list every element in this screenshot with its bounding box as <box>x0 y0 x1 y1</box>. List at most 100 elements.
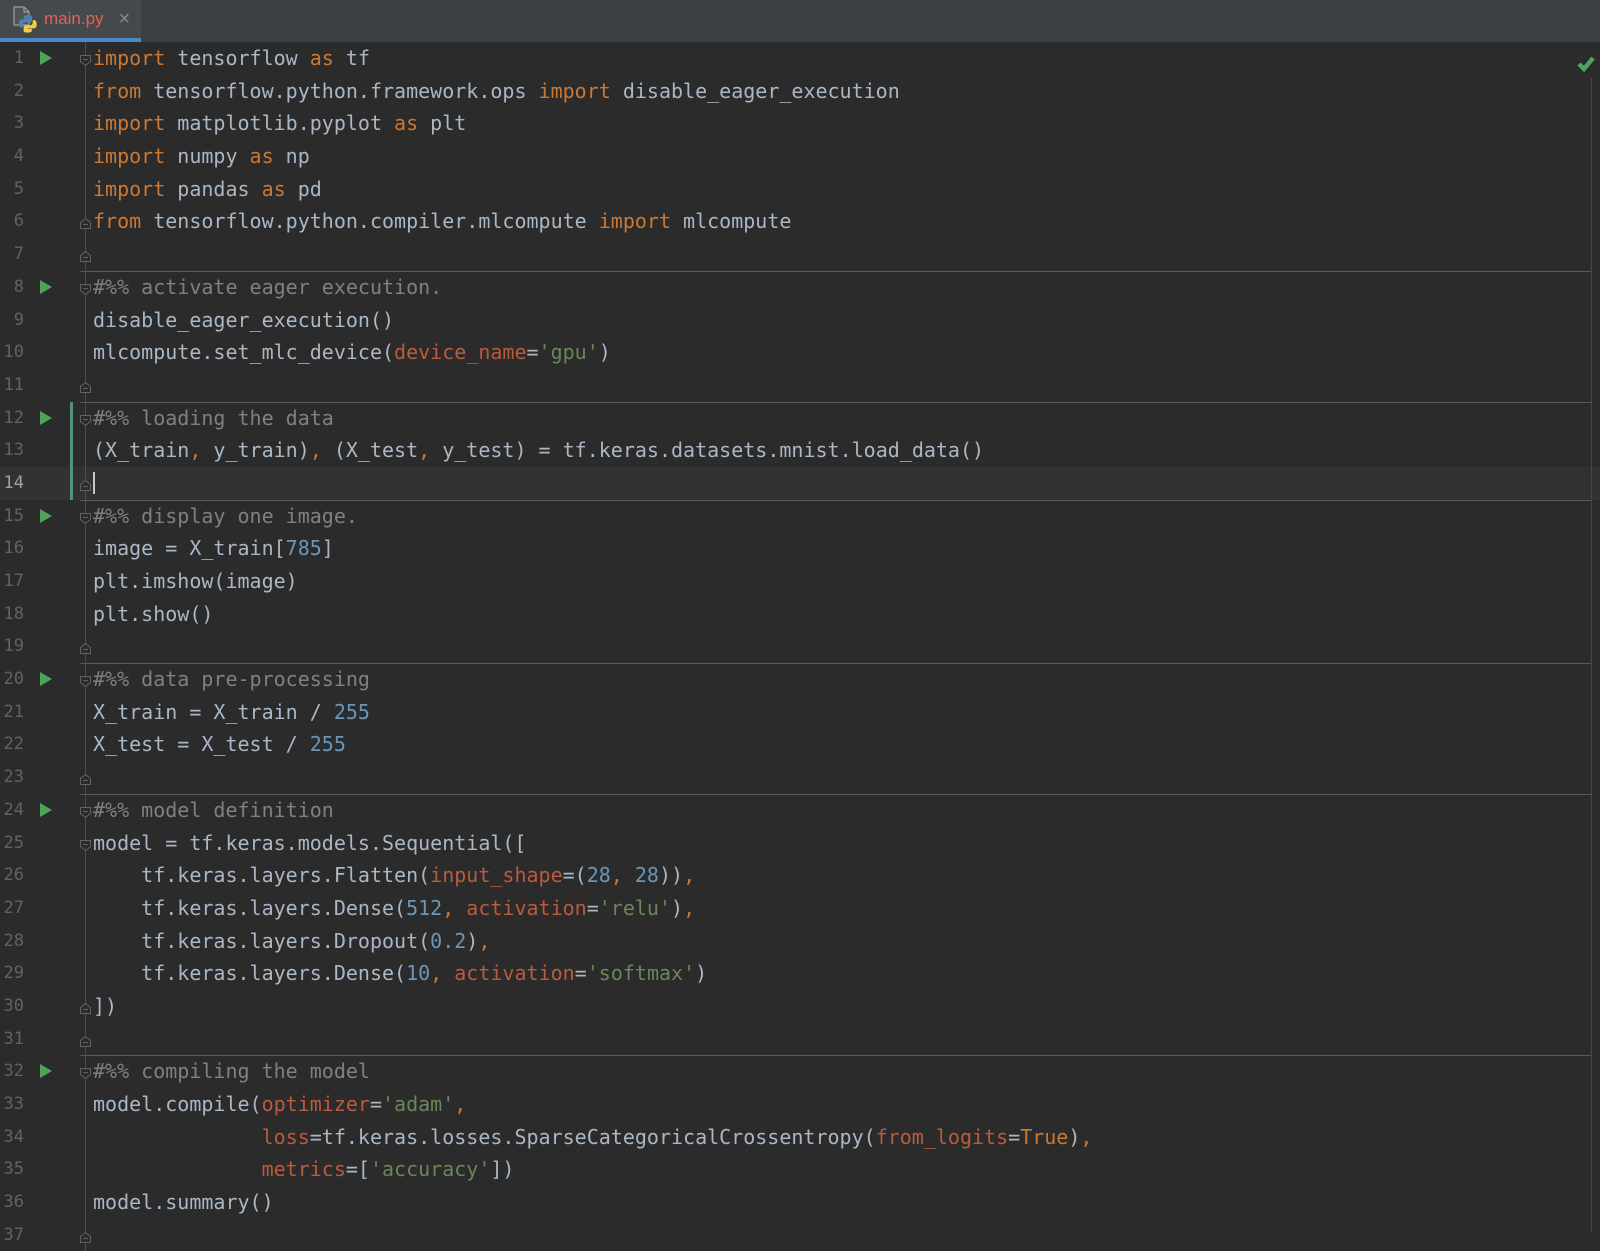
code-line[interactable]: 2 from tensorflow.python.framework.ops im… <box>0 74 1600 108</box>
code-line[interactable]: 3 import matplotlib.pyplot as plt <box>0 107 1600 141</box>
inspections-ok-icon[interactable] <box>1576 53 1596 73</box>
code-line[interactable]: 17 plt.imshow(image) <box>0 565 1600 598</box>
code-line[interactable]: 18 plt.show() <box>0 597 1600 631</box>
code-line[interactable]: 24 #%% model definition <box>0 793 1600 827</box>
fold-marker[interactable] <box>79 248 92 263</box>
code-text[interactable]: #%% model definition <box>93 794 1600 827</box>
code-text[interactable]: X_test = X_test / 255 <box>93 728 1600 761</box>
fold-marker[interactable] <box>79 1033 92 1047</box>
code-line[interactable]: 13 (X_train, y_train), (X_test, y_test) =… <box>0 434 1600 467</box>
code-text[interactable]: X_train = X_train / 255 <box>93 696 1600 729</box>
fold-marker[interactable] <box>79 804 92 818</box>
run-cell-button[interactable] <box>40 672 52 687</box>
fold-marker[interactable] <box>79 215 92 230</box>
code-text[interactable]: tf.keras.layers.Flatten(input_shape=(28,… <box>93 859 1600 892</box>
code-text[interactable]: model = tf.keras.models.Sequential([ <box>93 827 1600 860</box>
code-line[interactable]: 32 #%% compiling the model <box>0 1055 1600 1088</box>
code-line[interactable]: 19 <box>0 630 1600 664</box>
code-line[interactable]: 14 <box>0 466 1600 500</box>
code-line[interactable]: 4 import numpy as np <box>0 140 1600 173</box>
code-text[interactable]: #%% loading the data <box>93 402 1600 435</box>
code-text[interactable]: plt.imshow(image) <box>93 565 1600 598</box>
code-line[interactable]: 6 from tensorflow.python.compiler.mlcompu… <box>0 205 1600 239</box>
code-text[interactable] <box>93 1023 1600 1056</box>
run-cell-button[interactable] <box>40 508 52 523</box>
code-line[interactable]: 11 <box>0 368 1600 402</box>
code-line[interactable]: 28 tf.keras.layers.Dropout(0.2), <box>0 924 1600 958</box>
code-line[interactable]: 31 <box>0 1022 1600 1056</box>
code-line[interactable]: 26 tf.keras.layers.Flatten(input_shape=(… <box>0 859 1600 892</box>
fold-marker[interactable] <box>79 1000 92 1014</box>
code-text[interactable]: import pandas as pd <box>93 173 1600 206</box>
code-line[interactable]: 29 tf.keras.layers.Dense(10, activation=… <box>0 957 1600 990</box>
run-cell-button[interactable] <box>40 802 52 817</box>
code-line[interactable]: 12 #%% loading the data <box>0 401 1600 435</box>
code-text[interactable]: metrics=['accuracy']) <box>93 1153 1600 1186</box>
fold-marker[interactable] <box>79 673 92 688</box>
code-text[interactable]: tf.keras.layers.Dense(10, activation='so… <box>93 957 1600 990</box>
code-text[interactable]: tf.keras.layers.Dense(512, activation='r… <box>93 892 1600 925</box>
code-text[interactable]: #%% display one image. <box>93 500 1600 533</box>
code-text[interactable]: image = X_train[785] <box>93 532 1600 565</box>
fold-marker[interactable] <box>79 281 92 295</box>
code-line[interactable]: 10 mlcompute.set_mlc_device(device_name='… <box>0 336 1600 369</box>
code-text[interactable] <box>93 630 1600 663</box>
fold-marker[interactable] <box>79 52 92 67</box>
code-text[interactable]: #%% compiling the model <box>93 1055 1600 1088</box>
code-text[interactable]: import matplotlib.pyplot as plt <box>93 107 1600 140</box>
code-line[interactable]: 15 #%% display one image. <box>0 499 1600 533</box>
code-line[interactable]: 16 image = X_train[785] <box>0 532 1600 565</box>
code-text[interactable]: model.compile(optimizer='adam', <box>93 1088 1600 1121</box>
close-tab-icon[interactable]: × <box>119 9 131 29</box>
code-text[interactable] <box>93 1219 1600 1251</box>
fold-marker[interactable] <box>79 510 92 524</box>
code-line[interactable]: 8 #%% activate eager execution. <box>0 270 1600 304</box>
code-line[interactable]: 34 loss=tf.keras.losses.SparseCategorica… <box>0 1120 1600 1154</box>
code-line[interactable]: 1 import tensorflow as tf <box>0 42 1600 75</box>
fold-marker[interactable] <box>79 1065 92 1080</box>
run-cell-button[interactable] <box>40 410 52 425</box>
code-text[interactable]: from tensorflow.python.compiler.mlcomput… <box>93 205 1600 238</box>
fold-marker[interactable] <box>79 1229 92 1243</box>
code-text[interactable] <box>93 467 1600 500</box>
code-line[interactable]: 20 #%% data pre-processing <box>0 663 1600 696</box>
code-line[interactable]: 33 model.compile(optimizer='adam', <box>0 1088 1600 1121</box>
code-text[interactable]: import numpy as np <box>93 140 1600 173</box>
code-text[interactable]: disable_eager_execution() <box>93 304 1600 337</box>
fold-marker[interactable] <box>79 837 92 851</box>
code-text[interactable] <box>93 238 1600 271</box>
code-line[interactable]: 36 model.summary() <box>0 1186 1600 1219</box>
code-line[interactable]: 21 X_train = X_train / 255 <box>0 695 1600 729</box>
tab-main-py[interactable]: main.py × <box>0 0 142 42</box>
fold-marker[interactable] <box>79 640 92 655</box>
code-text[interactable]: import tensorflow as tf <box>93 42 1600 75</box>
run-cell-button[interactable] <box>40 279 52 294</box>
fold-marker[interactable] <box>79 412 92 426</box>
code-editor[interactable]: 1 import tensorflow as tf 2 from tensorflow… <box>0 42 1600 1251</box>
code-text[interactable] <box>93 369 1600 402</box>
code-line[interactable]: 30]) <box>0 989 1600 1023</box>
code-line[interactable]: 25 model = tf.keras.models.Sequential([ <box>0 826 1600 860</box>
code-text[interactable]: model.summary() <box>93 1186 1600 1219</box>
fold-marker[interactable] <box>79 379 92 393</box>
run-cell-button[interactable] <box>40 51 52 65</box>
code-text[interactable]: loss=tf.keras.losses.SparseCategoricalCr… <box>93 1121 1600 1154</box>
code-line[interactable]: 7 <box>0 238 1600 271</box>
code-line[interactable]: 23 <box>0 761 1600 794</box>
code-text[interactable]: from tensorflow.python.framework.ops imp… <box>93 75 1600 108</box>
code-line[interactable]: 5 import pandas as pd <box>0 172 1600 206</box>
code-line[interactable]: 22 X_test = X_test / 255 <box>0 728 1600 762</box>
fold-marker[interactable] <box>79 771 92 786</box>
code-text[interactable]: #%% activate eager execution. <box>93 271 1600 304</box>
code-text[interactable]: mlcompute.set_mlc_device(device_name='gp… <box>93 336 1600 369</box>
code-line[interactable]: 27 tf.keras.layers.Dense(512, activation… <box>0 891 1600 925</box>
code-text[interactable]: (X_train, y_train), (X_test, y_test) = t… <box>93 434 1600 467</box>
code-line[interactable]: 35 metrics=['accuracy']) <box>0 1153 1600 1187</box>
code-text[interactable] <box>93 761 1600 794</box>
code-line[interactable]: 9 disable_eager_execution() <box>0 303 1600 337</box>
code-text[interactable]: tf.keras.layers.Dropout(0.2), <box>93 925 1600 958</box>
fold-marker[interactable] <box>79 477 92 491</box>
run-cell-button[interactable] <box>40 1064 52 1079</box>
code-text[interactable]: #%% data pre-processing <box>93 663 1600 696</box>
code-text[interactable]: ]) <box>93 990 1600 1023</box>
